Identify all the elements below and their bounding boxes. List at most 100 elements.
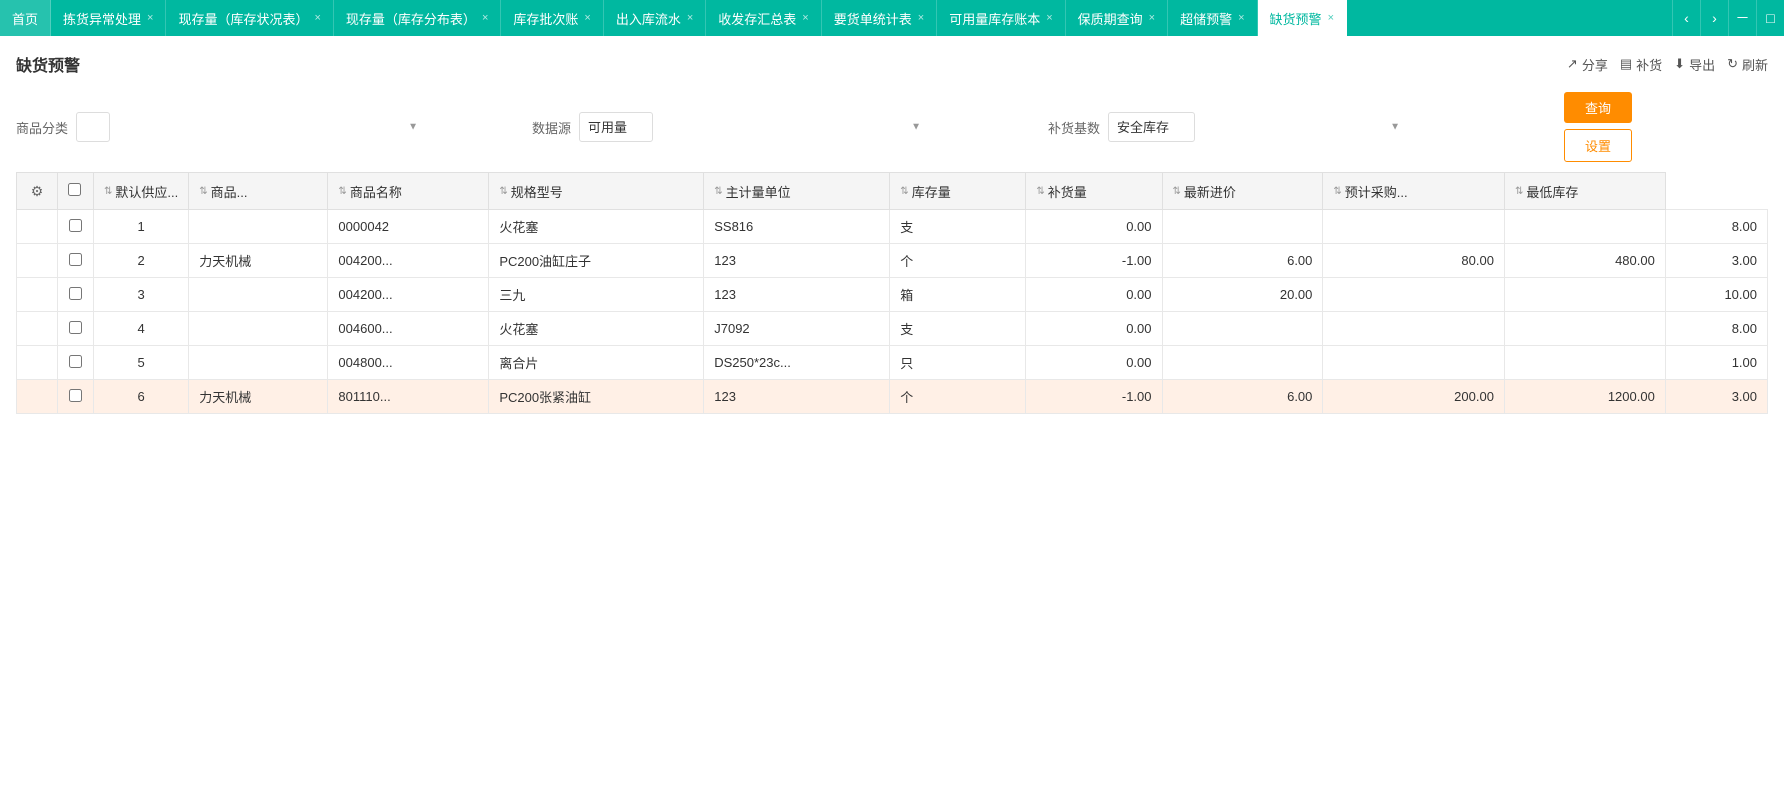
th-replenish[interactable]: ⇅ 补货量 (1026, 173, 1162, 210)
cell-replenish (1162, 312, 1323, 346)
th-product-name[interactable]: ⇅ 商品名称 (328, 173, 489, 210)
tab-shortage[interactable]: 缺货预警 × (1258, 0, 1347, 36)
refresh-icon: ↻ (1727, 56, 1738, 72)
row-checkbox[interactable] (69, 355, 82, 368)
cell-checkbox[interactable] (58, 312, 94, 346)
tab-abnormal[interactable]: 拣货异常处理 × (51, 0, 166, 36)
tab-stock-dist[interactable]: 现存量（库存分布表） × (334, 0, 501, 36)
th-latest-price[interactable]: ⇅ 最新进价 (1162, 173, 1323, 210)
settings-button[interactable]: 设置 (1564, 129, 1632, 162)
tab-expiry[interactable]: 保质期查询 × (1066, 0, 1168, 36)
th-unit[interactable]: ⇅ 主计量单位 (704, 173, 890, 210)
cell-unit: 支 (890, 210, 1026, 244)
cell-product-code: 801110... (328, 380, 489, 414)
th-est-purchase[interactable]: ⇅ 预计采购... (1323, 173, 1505, 210)
tab-inout[interactable]: 出入库流水 × (604, 0, 706, 36)
th-product-code[interactable]: ⇅ 商品... (189, 173, 328, 210)
row-checkbox[interactable] (69, 321, 82, 334)
tab-order-stat[interactable]: 要货单统计表 × (822, 0, 937, 36)
cell-settings (17, 278, 58, 312)
share-btn[interactable]: ↗ 分享 (1567, 55, 1608, 74)
sort-icon-unit: ⇅ (714, 186, 722, 197)
replenish-btn[interactable]: ▤ 补货 (1620, 55, 1662, 74)
tab-home[interactable]: 首页 (0, 0, 51, 36)
select-all-checkbox[interactable] (68, 183, 81, 196)
tab-stock-status-close[interactable]: × (314, 12, 320, 24)
header-actions: ↗ 分享 ▤ 补货 ⬇ 导出 ↻ 刷新 (1567, 55, 1768, 74)
cell-est-purchase: 1200.00 (1504, 380, 1665, 414)
cell-unit: 箱 (890, 278, 1026, 312)
table-row: 2 力天机械 004200... PC200油缸庄子 123 个 -1.00 6… (17, 244, 1768, 278)
tab-order-stat-close[interactable]: × (918, 12, 924, 24)
nav-prev-btn[interactable]: ‹ (1672, 0, 1700, 36)
tab-inout-close[interactable]: × (687, 12, 693, 24)
cell-settings (17, 312, 58, 346)
cell-stock: 0.00 (1026, 346, 1162, 380)
tab-overstock-close[interactable]: × (1238, 12, 1244, 24)
tab-batch[interactable]: 库存批次账 × (501, 0, 603, 36)
tab-stock-dist-close[interactable]: × (482, 12, 488, 24)
tab-available-close[interactable]: × (1046, 12, 1052, 24)
row-checkbox[interactable] (69, 389, 82, 402)
tab-expiry-close[interactable]: × (1149, 12, 1155, 24)
sort-icon-product-name: ⇅ (338, 186, 346, 197)
cell-checkbox[interactable] (58, 210, 94, 244)
cell-product-name: 火花塞 (489, 210, 704, 244)
cell-unit: 支 (890, 312, 1026, 346)
tab-expiry-label: 保质期查询 (1078, 9, 1143, 28)
cell-spec: 123 (704, 278, 890, 312)
tab-collect-close[interactable]: × (802, 12, 808, 24)
settings-gear-icon[interactable]: ⚙ (27, 181, 47, 201)
cell-checkbox[interactable] (58, 244, 94, 278)
cell-spec: DS250*23c... (704, 346, 890, 380)
cell-product-code: 004200... (328, 278, 489, 312)
cell-checkbox[interactable] (58, 380, 94, 414)
tab-batch-close[interactable]: × (584, 12, 590, 24)
th-stock[interactable]: ⇅ 库存量 (890, 173, 1026, 210)
cell-product-name: PC200张紧油缸 (489, 380, 704, 414)
nav-next-btn[interactable]: › (1700, 0, 1728, 36)
row-checkbox[interactable] (69, 287, 82, 300)
tab-stock-status[interactable]: 现存量（库存状况表） × (166, 0, 333, 36)
tab-shortage-close[interactable]: × (1328, 12, 1334, 24)
cell-product-code: 0000042 (328, 210, 489, 244)
th-min-stock[interactable]: ⇅ 最低库存 (1504, 173, 1665, 210)
tab-abnormal-close[interactable]: × (147, 12, 153, 24)
tab-collect[interactable]: 收发存汇总表 × (706, 0, 821, 36)
sort-icon-latest-price: ⇅ (1173, 186, 1181, 197)
nav-maximize-btn[interactable]: □ (1756, 0, 1784, 36)
replenish-icon: ▤ (1620, 56, 1632, 72)
category-select[interactable] (76, 112, 110, 142)
tab-available[interactable]: 可用量库存账本 × (937, 0, 1065, 36)
th-supplier[interactable]: ⇅ 默认供应... (94, 173, 189, 210)
cell-supplier (189, 210, 328, 244)
row-checkbox[interactable] (69, 253, 82, 266)
cell-est-purchase (1504, 346, 1665, 380)
cell-latest-price: 80.00 (1323, 244, 1505, 278)
cell-supplier (189, 312, 328, 346)
tab-batch-label: 库存批次账 (513, 9, 578, 28)
refresh-btn[interactable]: ↻ 刷新 (1727, 55, 1768, 74)
replenish-base-select[interactable]: 安全库存 (1108, 112, 1195, 142)
sort-icon-product-code: ⇅ (199, 186, 207, 197)
th-spec[interactable]: ⇅ 规格型号 (489, 173, 704, 210)
cell-checkbox[interactable] (58, 278, 94, 312)
share-icon: ↗ (1567, 56, 1578, 72)
cell-rownum: 4 (94, 312, 189, 346)
cell-spec: SS816 (704, 210, 890, 244)
tab-stock-status-label: 现存量（库存状况表） (178, 9, 308, 28)
cell-latest-price (1323, 312, 1505, 346)
th-checkbox[interactable] (58, 173, 94, 210)
sort-icon-replenish: ⇅ (1036, 186, 1044, 197)
th-settings[interactable]: ⚙ (17, 173, 58, 210)
row-checkbox[interactable] (69, 219, 82, 232)
sort-icon-supplier: ⇅ (104, 186, 112, 197)
export-btn[interactable]: ⬇ 导出 (1674, 55, 1715, 74)
cell-min-stock: 3.00 (1665, 244, 1767, 278)
query-button[interactable]: 查询 (1564, 92, 1632, 123)
datasource-select[interactable]: 可用量 (579, 112, 653, 142)
tab-overstock[interactable]: 超储预警 × (1168, 0, 1257, 36)
cell-checkbox[interactable] (58, 346, 94, 380)
sort-icon-min-stock: ⇅ (1515, 186, 1523, 197)
nav-minimize-btn[interactable]: － (1728, 0, 1756, 36)
